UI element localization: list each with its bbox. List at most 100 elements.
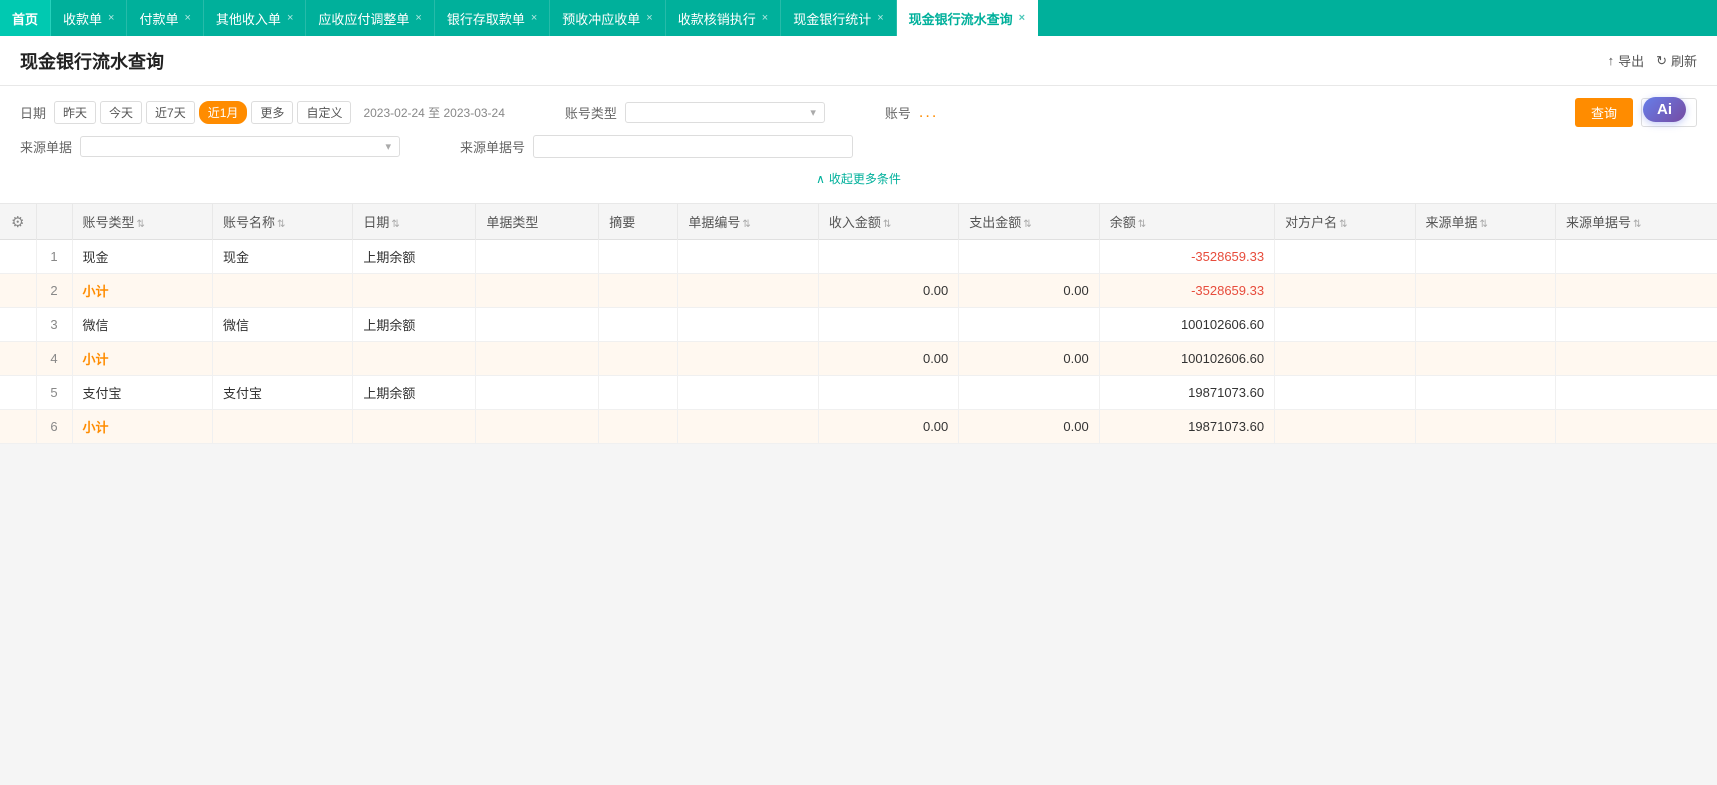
th-account-type[interactable]: 账号类型⇅ — [72, 204, 212, 240]
nav-payment-close[interactable]: × — [184, 12, 190, 24]
nav-bank-deposit-close[interactable]: × — [531, 12, 537, 24]
nav-item-collection-exec[interactable]: 收款核销执行 × — [666, 0, 781, 36]
nav-item-receipt[interactable]: 收款单 × — [51, 0, 127, 36]
nav-item-cash-bank-stat[interactable]: 现金银行统计 × — [781, 0, 896, 36]
collapse-label: 收起更多条件 — [829, 170, 901, 187]
nav-collection-exec-close[interactable]: × — [762, 12, 768, 24]
nav-item-cash-bank-flow[interactable]: 现金银行流水查询 × — [897, 0, 1038, 36]
row-source-doc-no-1 — [1555, 274, 1717, 308]
row-account-name-5 — [212, 410, 352, 444]
th-source-doc[interactable]: 来源单据⇅ — [1415, 204, 1555, 240]
source-doc-no-input[interactable] — [533, 135, 853, 158]
source-doc-no-label: 来源单据号 — [460, 137, 525, 156]
th-account-name[interactable]: 账号名称⇅ — [212, 204, 352, 240]
account-type-filter-group: 账号类型 ▾ — [565, 102, 825, 123]
th-gear[interactable]: ⚙ — [0, 204, 36, 240]
row-num-2: 3 — [36, 308, 72, 342]
source-doc-select[interactable]: ▾ — [80, 136, 400, 157]
th-summary: 摘要 — [599, 204, 678, 240]
nav-advance-offset-close[interactable]: × — [646, 12, 652, 24]
sort-source-doc-no-icon: ⇅ — [1633, 219, 1641, 230]
sort-date-icon: ⇅ — [391, 219, 399, 230]
table-row[interactable]: 2 小计 0.00 0.00 -3528659.33 — [0, 274, 1717, 308]
row-source-doc-no-2 — [1555, 308, 1717, 342]
row-expense-5: 0.00 — [959, 410, 1099, 444]
row-doc-no-0 — [678, 240, 818, 274]
nav-cash-bank-flow-label: 现金银行流水查询 — [909, 9, 1013, 28]
query-button[interactable]: 查询 — [1575, 98, 1633, 127]
account-type-label: 账号类型 — [565, 103, 617, 122]
row-balance-1: -3528659.33 — [1099, 274, 1274, 308]
date-btn-more[interactable]: 更多 — [251, 101, 293, 124]
filter-row-2: 来源单据 ▾ 来源单据号 — [20, 135, 1697, 158]
row-summary-4 — [599, 376, 678, 410]
table-row[interactable]: 4 小计 0.00 0.00 100102606.60 — [0, 342, 1717, 376]
table-row[interactable]: 5 支付宝 支付宝 上期余额 19871073.60 — [0, 376, 1717, 410]
refresh-button[interactable]: ↻ 刷新 — [1656, 51, 1697, 70]
row-summary-0 — [599, 240, 678, 274]
gear-icon: ⚙ — [11, 214, 24, 231]
nav-other-income-close[interactable]: × — [287, 12, 293, 24]
row-source-doc-3 — [1415, 342, 1555, 376]
nav-item-home[interactable]: 首页 — [0, 0, 51, 36]
row-doc-type-3 — [476, 342, 599, 376]
row-account-type-0: 现金 — [72, 240, 212, 274]
th-income[interactable]: 收入金额⇅ — [818, 204, 958, 240]
nav-cash-bank-stat-close[interactable]: × — [877, 12, 883, 24]
row-summary-5 — [599, 410, 678, 444]
row-source-doc-1 — [1415, 274, 1555, 308]
row-num-0: 1 — [36, 240, 72, 274]
date-btn-7days[interactable]: 近7天 — [146, 101, 195, 124]
data-table-container: ⚙ 账号类型⇅ 账号名称⇅ 日期⇅ 单据类型 摘要 单据编号⇅ 收入金额⇅ 支出… — [0, 204, 1717, 444]
account-dots[interactable]: ... — [919, 104, 938, 122]
collapse-up-icon: ∧ — [816, 172, 825, 186]
sort-account-type-icon: ⇅ — [137, 219, 145, 230]
ai-badge[interactable]: Ai — [1643, 97, 1686, 122]
source-doc-no-filter-group: 来源单据号 — [460, 135, 853, 158]
row-counterpart-5 — [1275, 410, 1415, 444]
row-doc-type-2 — [476, 308, 599, 342]
row-source-doc-4 — [1415, 376, 1555, 410]
row-doc-type-4 — [476, 376, 599, 410]
row-counterpart-1 — [1275, 274, 1415, 308]
export-button[interactable]: ↑ 导出 — [1608, 51, 1645, 70]
row-counterpart-3 — [1275, 342, 1415, 376]
account-type-select[interactable]: ▾ — [625, 102, 825, 123]
row-date-3 — [353, 342, 476, 376]
row-income-1: 0.00 — [818, 274, 958, 308]
row-income-3: 0.00 — [818, 342, 958, 376]
nav-ap-adjust-close[interactable]: × — [415, 12, 421, 24]
nav-cash-bank-flow-close[interactable]: × — [1019, 12, 1025, 24]
nav-ap-adjust-label: 应收应付调整单 — [318, 9, 409, 28]
row-gear-4 — [0, 376, 36, 410]
date-btn-custom[interactable]: 自定义 — [297, 101, 351, 124]
nav-item-ap-adjust[interactable]: 应收应付调整单 × — [306, 0, 434, 36]
th-counterpart[interactable]: 对方户名⇅ — [1275, 204, 1415, 240]
table-row[interactable]: 6 小计 0.00 0.00 19871073.60 — [0, 410, 1717, 444]
date-filter-group: 日期 昨天 今天 近7天 近1月 更多 自定义 2023-02-24 至 202… — [20, 101, 505, 124]
date-btn-yesterday[interactable]: 昨天 — [54, 101, 96, 124]
table-row[interactable]: 1 现金 现金 上期余额 -3528659.33 — [0, 240, 1717, 274]
date-btn-today[interactable]: 今天 — [100, 101, 142, 124]
nav-item-other-income[interactable]: 其他收入单 × — [204, 0, 306, 36]
nav-item-payment[interactable]: 付款单 × — [127, 0, 203, 36]
row-source-doc-2 — [1415, 308, 1555, 342]
th-balance[interactable]: 余额⇅ — [1099, 204, 1274, 240]
row-gear-1 — [0, 274, 36, 308]
data-table: ⚙ 账号类型⇅ 账号名称⇅ 日期⇅ 单据类型 摘要 单据编号⇅ 收入金额⇅ 支出… — [0, 204, 1717, 444]
nav-item-bank-deposit[interactable]: 银行存取款单 × — [435, 0, 550, 36]
th-expense[interactable]: 支出金额⇅ — [959, 204, 1099, 240]
th-source-doc-no[interactable]: 来源单据号⇅ — [1555, 204, 1717, 240]
nav-receipt-close[interactable]: × — [108, 12, 114, 24]
row-summary-3 — [599, 342, 678, 376]
date-buttons: 昨天 今天 近7天 近1月 更多 自定义 — [54, 101, 351, 124]
row-expense-3: 0.00 — [959, 342, 1099, 376]
date-btn-1month[interactable]: 近1月 — [199, 101, 248, 124]
collapse-bar[interactable]: ∧ 收起更多条件 — [20, 166, 1697, 191]
filter-row-1: 日期 昨天 今天 近7天 近1月 更多 自定义 2023-02-24 至 202… — [20, 98, 1697, 127]
th-date[interactable]: 日期⇅ — [353, 204, 476, 240]
th-doc-no[interactable]: 单据编号⇅ — [678, 204, 818, 240]
table-row[interactable]: 3 微信 微信 上期余额 100102606.60 — [0, 308, 1717, 342]
row-account-type-5: 小计 — [72, 410, 212, 444]
nav-item-advance-offset[interactable]: 预收冲应收单 × — [550, 0, 665, 36]
